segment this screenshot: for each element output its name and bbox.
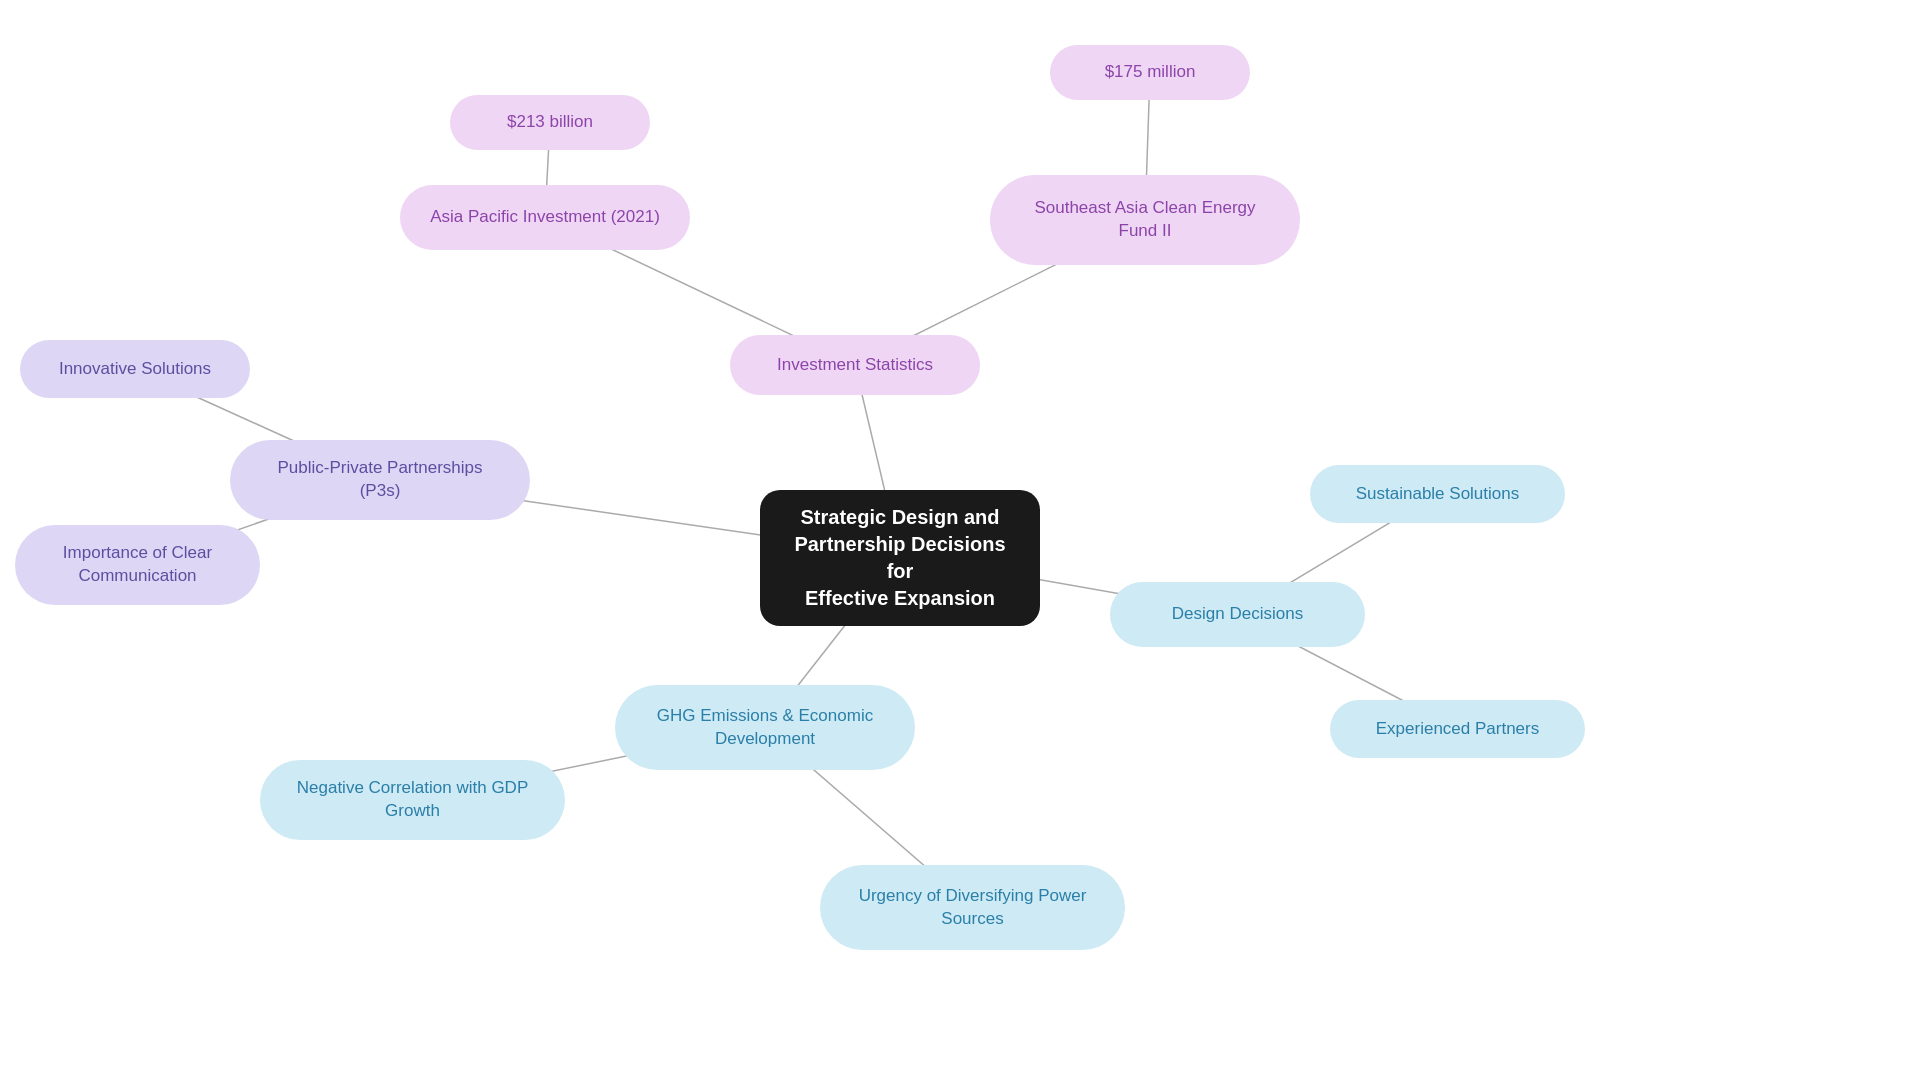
investment-statistics-label: Investment Statistics xyxy=(777,354,933,377)
175-million-node: $175 million xyxy=(1050,45,1250,100)
213-billion-label: $213 billion xyxy=(507,111,593,134)
175-million-label: $175 million xyxy=(1105,61,1196,84)
experienced-partners-label: Experienced Partners xyxy=(1376,718,1539,741)
sustainable-solutions-node: Sustainable Solutions xyxy=(1310,465,1565,523)
sustainable-solutions-label: Sustainable Solutions xyxy=(1356,483,1520,506)
negative-correlation-label: Negative Correlation with GDP Growth xyxy=(297,777,528,823)
center-label: Strategic Design and Partnership Decisio… xyxy=(782,504,1018,612)
investment-statistics-node: Investment Statistics xyxy=(730,335,980,395)
experienced-partners-node: Experienced Partners xyxy=(1330,700,1585,758)
innovative-solutions-node: Innovative Solutions xyxy=(20,340,250,398)
urgency-diversifying-label: Urgency of Diversifying Power Sources xyxy=(859,885,1087,931)
sea-clean-energy-node: Southeast Asia Clean Energy Fund II xyxy=(990,175,1300,265)
p3s-node: Public-Private Partnerships (P3s) xyxy=(230,440,530,520)
urgency-diversifying-node: Urgency of Diversifying Power Sources xyxy=(820,865,1125,950)
asia-pacific-node: Asia Pacific Investment (2021) xyxy=(400,185,690,250)
213-billion-node: $213 billion xyxy=(450,95,650,150)
design-decisions-label: Design Decisions xyxy=(1172,603,1303,626)
ghg-emissions-label: GHG Emissions & Economic Development xyxy=(657,705,873,751)
innovative-solutions-label: Innovative Solutions xyxy=(59,358,211,381)
negative-correlation-node: Negative Correlation with GDP Growth xyxy=(260,760,565,840)
importance-clear-label: Importance of Clear Communication xyxy=(63,542,212,588)
sea-clean-energy-label: Southeast Asia Clean Energy Fund II xyxy=(1034,197,1255,243)
design-decisions-node: Design Decisions xyxy=(1110,582,1365,647)
asia-pacific-label: Asia Pacific Investment (2021) xyxy=(430,206,660,229)
importance-clear-node: Importance of Clear Communication xyxy=(15,525,260,605)
ghg-emissions-node: GHG Emissions & Economic Development xyxy=(615,685,915,770)
p3s-label: Public-Private Partnerships (P3s) xyxy=(277,457,482,503)
center-node: Strategic Design and Partnership Decisio… xyxy=(760,490,1040,626)
